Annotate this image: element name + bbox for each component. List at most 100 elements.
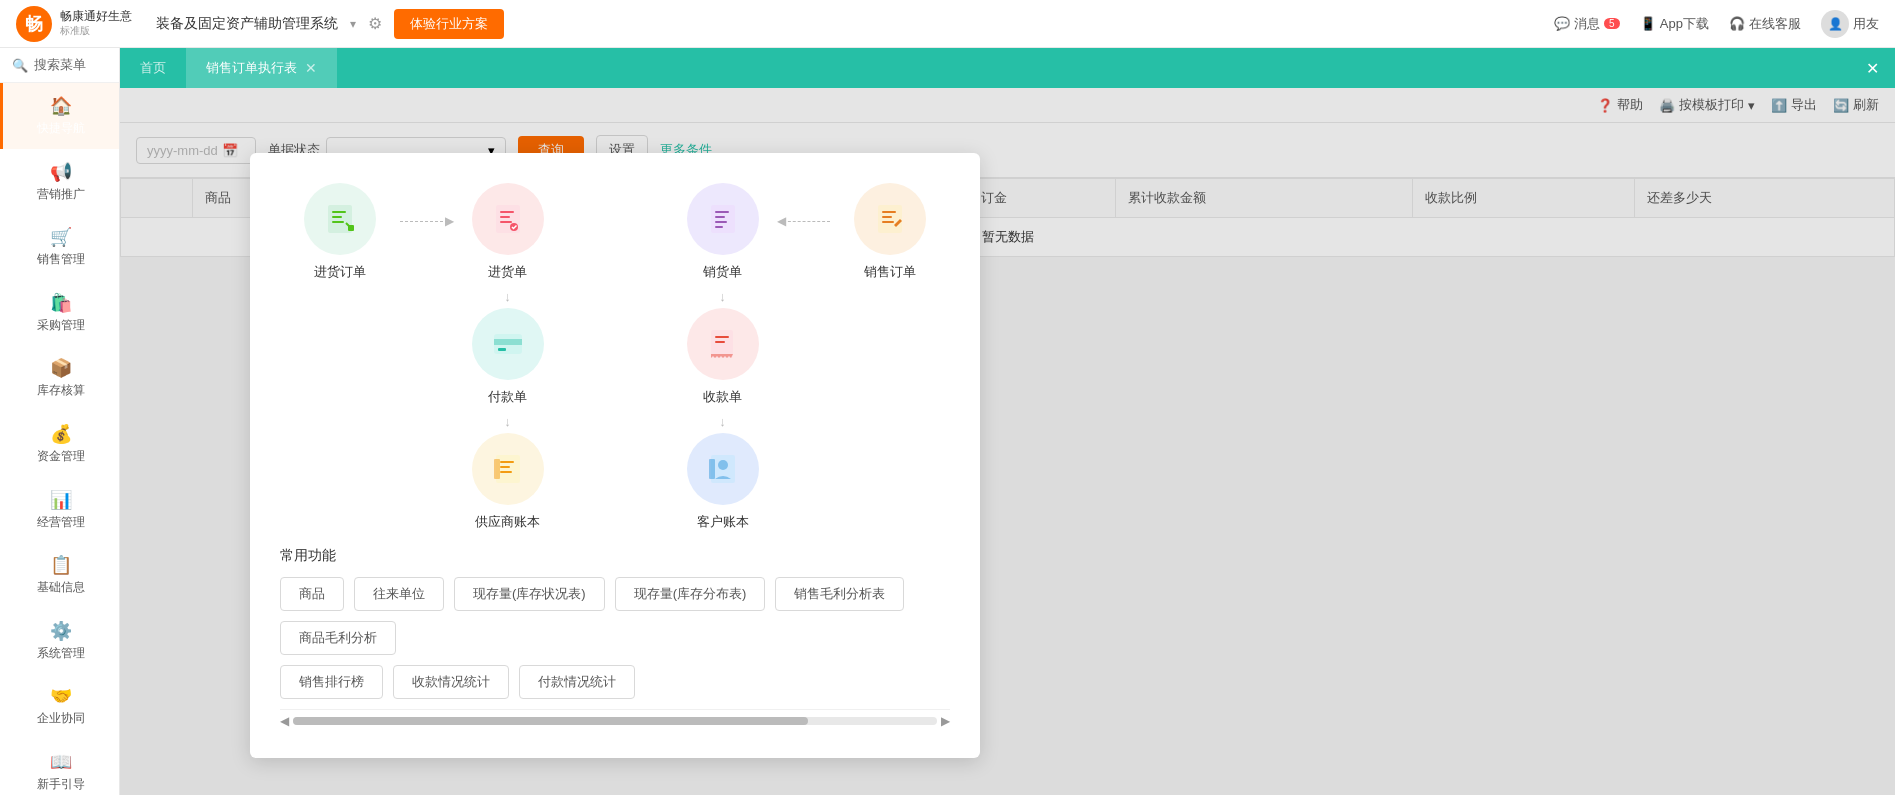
svg-rect-3 [332,221,344,223]
quick-btn-sales-rank[interactable]: 销售排行榜 [280,665,383,699]
tab-home-label: 首页 [140,59,166,77]
quick-btn-sales-gross[interactable]: 销售毛利分析表 [775,577,904,611]
marketing-icon: 📢 [50,161,72,183]
quick-btn-goods[interactable]: 商品 [280,577,344,611]
flow-row-2: 付款单 收款单 [280,308,950,406]
spacer-h [830,308,950,406]
svg-rect-17 [882,216,892,218]
sidebar-item-purchase[interactable]: 🛍️ 采购管理 [0,280,119,346]
sp1 [280,414,400,429]
flow-node-sales-bill: 销货单 [663,183,783,281]
svg-rect-31 [709,459,715,479]
scroll-thumb [293,717,808,725]
scroll-left-arrow[interactable]: ◀ [280,714,289,728]
message-item[interactable]: 💬 消息 5 [1554,15,1620,33]
svg-point-32 [718,460,728,470]
system-dropdown-icon[interactable]: ▾ [350,17,356,31]
sidebar-item-operation[interactable]: 📊 经营管理 [0,477,119,543]
sidebar-item-finance[interactable]: 💰 资金管理 [0,411,119,477]
svg-rect-10 [711,205,735,233]
settings-icon[interactable]: ⚙ [368,14,382,33]
sp5 [830,414,950,429]
down-arrow-2: ↓ [448,289,568,304]
sidebar-label-finance: 资金管理 [37,449,85,465]
logo-area: 畅 畅康通好生意 标准版 [16,6,136,42]
quick-btn-payment-stat[interactable]: 付款情况统计 [519,665,635,699]
sp9 [783,433,831,531]
quick-btn-stock-status[interactable]: 现存量(库存状况表) [454,577,605,611]
main-layout: 🔍 搜索菜单 🏠 快捷导航 📢 营销推广 🛒 销售管理 🛍️ 采购管理 📦 [0,48,1895,795]
message-badge: 5 [1604,18,1620,29]
spacer-d [280,308,400,406]
payment-label: 付款单 [488,388,527,406]
customer-ledger-icon [687,433,759,505]
tab-home[interactable]: 首页 [120,48,186,88]
sidebar: 🔍 搜索菜单 🏠 快捷导航 📢 营销推广 🛒 销售管理 🛍️ 采购管理 📦 [0,48,120,795]
quick-btn-receipt-stat[interactable]: 收款情况统计 [393,665,509,699]
scroll-track[interactable] [293,717,937,725]
tab-bar-close-icon[interactable]: ✕ [1866,59,1879,78]
spacer-e [400,308,448,406]
svg-rect-13 [715,221,727,223]
sidebar-label-guide: 新手引导 [37,777,85,793]
svg-rect-12 [715,216,725,218]
quick-functions-title: 常用功能 [280,547,950,565]
scroll-right-arrow[interactable]: ▶ [941,714,950,728]
trial-button[interactable]: 体验行业方案 [394,9,504,39]
arrow-1: ▶ [400,221,448,244]
flow-row-3: 供应商账本 客户账本 [280,433,950,531]
tab-close-icon[interactable]: ✕ [305,60,317,76]
sp4 [783,414,831,429]
tab-sales-order[interactable]: 销售订单执行表 ✕ [186,48,337,88]
search-menu-label: 搜索菜单 [34,56,86,74]
top-bar-left: 畅 畅康通好生意 标准版 装备及固定资产辅助管理系统 ▾ ⚙ 体验行业方案 [16,6,504,42]
sidebar-item-guide[interactable]: 📖 新手引导 [0,739,119,795]
home-icon: 🏠 [50,95,72,117]
sidebar-item-sales[interactable]: 🛒 销售管理 [0,214,119,280]
sidebar-item-basic-info[interactable]: 📋 基础信息 [0,542,119,608]
sidebar-item-quick-nav[interactable]: 🏠 快捷导航 [0,83,119,149]
sidebar-item-system[interactable]: ⚙️ 系统管理 [0,608,119,674]
sidebar-label-quick-nav: 快捷导航 [37,121,85,137]
app-download-item[interactable]: 📱 App下载 [1640,15,1709,33]
svg-rect-11 [715,211,729,213]
svg-rect-22 [711,330,733,358]
sp2 [400,414,448,429]
content-area: 首页 销售订单执行表 ✕ ✕ ❓ 帮助 🖨️ [120,48,1895,795]
svg-rect-14 [715,226,723,228]
svg-rect-2 [332,216,342,218]
search-menu-item[interactable]: 🔍 搜索菜单 [0,48,119,83]
logo-text-block: 畅康通好生意 标准版 [60,9,132,39]
user-item[interactable]: 👤 用友 [1821,10,1879,38]
sidebar-item-enterprise[interactable]: 🤝 企业协同 [0,673,119,739]
quick-btn-contacts[interactable]: 往来单位 [354,577,444,611]
sidebar-item-marketing[interactable]: 📢 营销推广 [0,149,119,215]
spacer-a [400,289,448,304]
sales-bill-label: 销货单 [703,263,742,281]
purchase-bill-label: 进货单 [488,263,527,281]
top-bar-right: 💬 消息 5 📱 App下载 🎧 在线客服 👤 用友 [1554,10,1879,38]
spacer-b [568,289,663,304]
svg-rect-15 [878,205,902,233]
basic-info-icon: 📋 [50,554,72,576]
sales-order-icon [854,183,926,255]
sp8 [568,433,663,531]
enterprise-icon: 🤝 [50,685,72,707]
message-label: 消息 [1574,15,1600,33]
finance-icon: 💰 [50,423,72,445]
spacer-f [568,308,663,406]
supplier-ledger-label: 供应商账本 [475,513,540,531]
quick-btn-stock-dist[interactable]: 现存量(库存分布表) [615,577,766,611]
svg-rect-27 [500,461,514,463]
logo-sub: 标准版 [60,24,132,38]
online-label: 在线客服 [1749,15,1801,33]
svg-rect-4 [348,225,354,231]
online-service-item[interactable]: 🎧 在线客服 [1729,15,1801,33]
app-container: 畅 畅康通好生意 标准版 装备及固定资产辅助管理系统 ▾ ⚙ 体验行业方案 💬 … [0,0,1895,795]
sidebar-label-basic-info: 基础信息 [37,580,85,596]
sidebar-item-inventory[interactable]: 📦 库存核算 [0,345,119,411]
quick-functions: 常用功能 商品 往来单位 现存量(库存状况表) 现存量(库存分布表) 销售毛利分… [280,547,950,699]
quick-btn-goods-gross[interactable]: 商品毛利分析 [280,621,396,655]
purchase-bill-icon [472,183,544,255]
sp7 [400,433,448,531]
